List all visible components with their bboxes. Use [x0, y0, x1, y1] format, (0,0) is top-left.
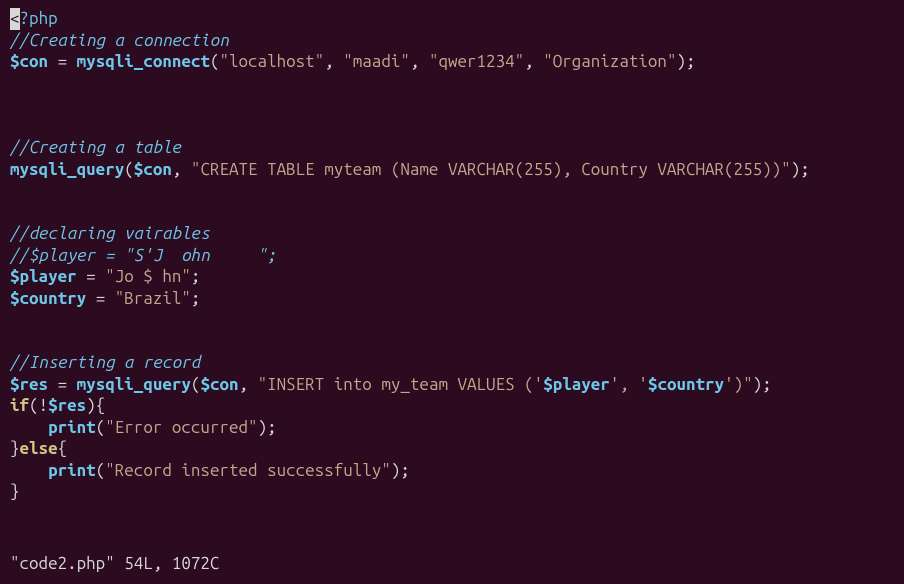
code-line — [10, 116, 894, 138]
status-line: "code2.php" 54L, 1072C — [10, 553, 219, 575]
code-line: $res = mysqli_query($con, "INSERT into m… — [10, 374, 894, 396]
code-line: $player = "Jo $ hn"; — [10, 266, 894, 288]
code-line: print("Error occurred"); — [10, 417, 894, 439]
code-line — [10, 180, 894, 202]
text-cursor: < — [10, 8, 20, 30]
code-line: //Creating a table — [10, 137, 894, 159]
code-line — [10, 331, 894, 353]
code-line: //declaring vairables — [10, 223, 894, 245]
code-line — [10, 202, 894, 224]
code-line: $country = "Brazil"; — [10, 288, 894, 310]
code-line: //$player = "S'J ohn "; — [10, 245, 894, 267]
code-line — [10, 309, 894, 331]
code-line: }else{ — [10, 438, 894, 460]
editor-area[interactable]: <?php //Creating a connection $con = mys… — [10, 8, 894, 503]
code-line: } — [10, 481, 894, 503]
code-line: if(!$res){ — [10, 395, 894, 417]
code-line: <?php — [10, 8, 894, 30]
code-line: //Creating a connection — [10, 30, 894, 52]
code-line: print("Record inserted successfully"); — [10, 460, 894, 482]
code-line — [10, 73, 894, 95]
code-line: mysqli_query($con, "CREATE TABLE myteam … — [10, 159, 894, 181]
code-line: $con = mysqli_connect("localhost", "maad… — [10, 51, 894, 73]
code-line — [10, 94, 894, 116]
code-line: //Inserting a record — [10, 352, 894, 374]
